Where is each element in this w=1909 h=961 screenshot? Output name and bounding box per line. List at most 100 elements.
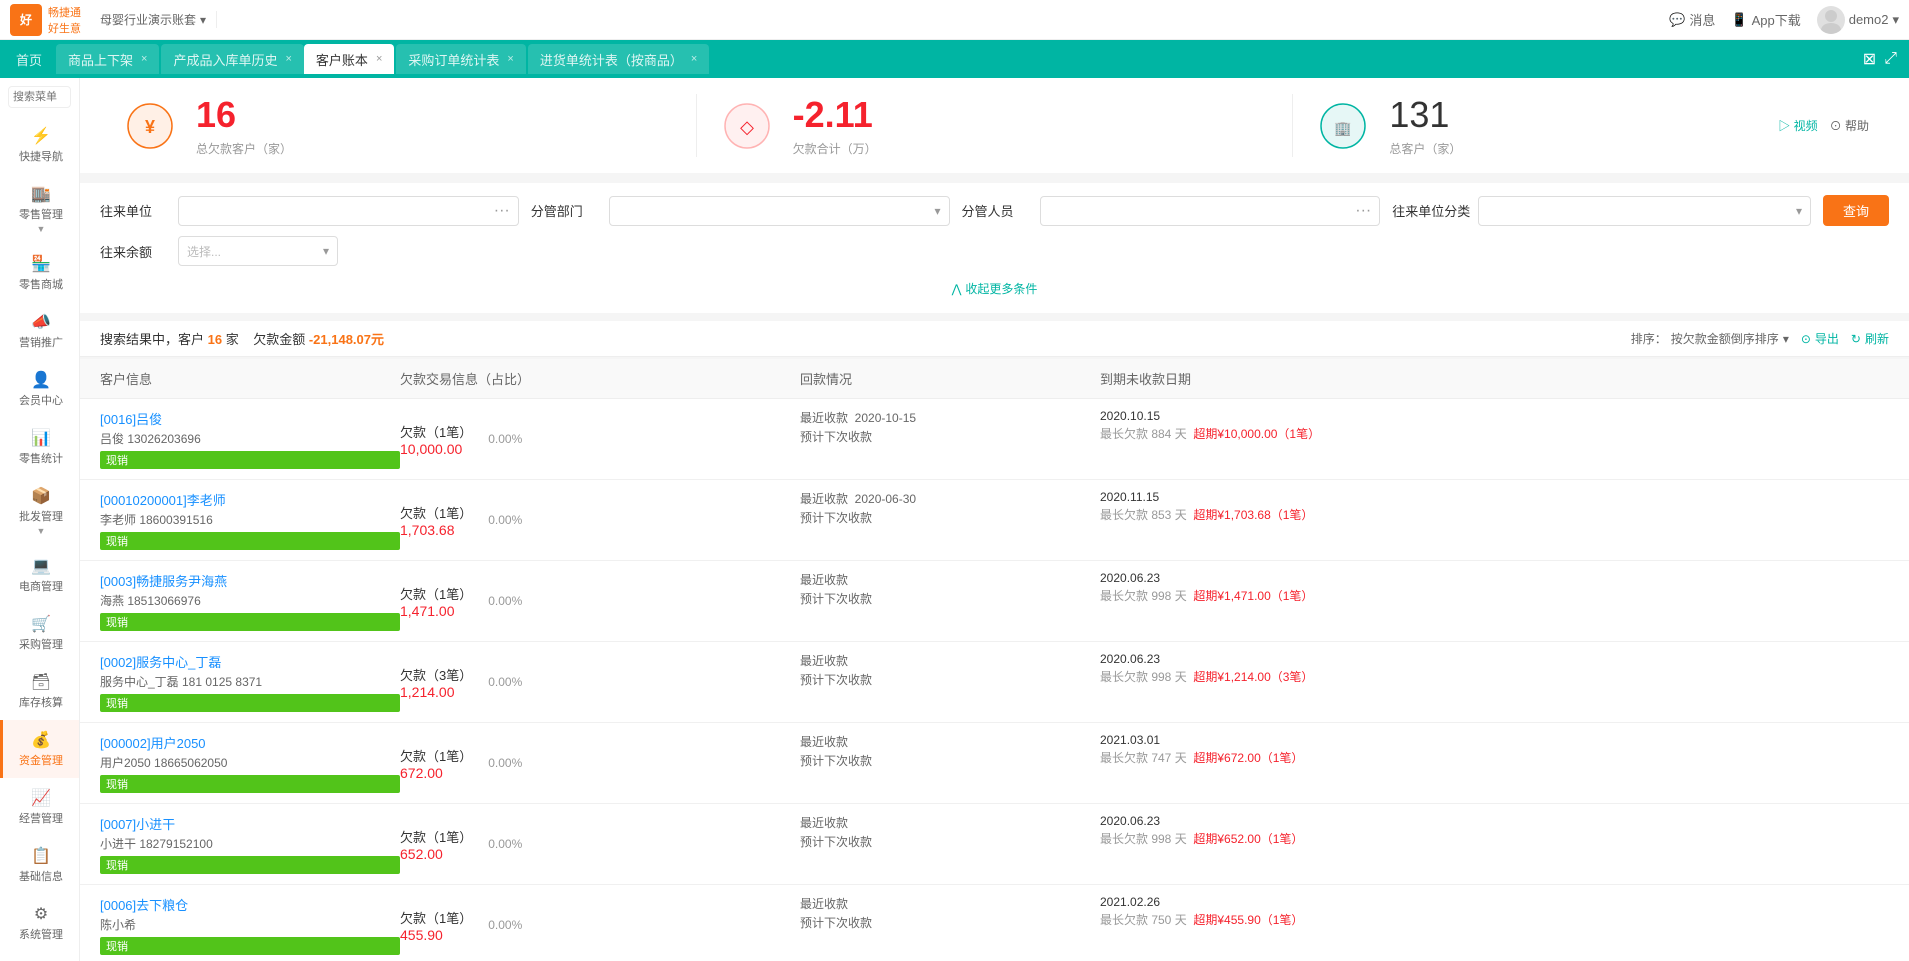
- top-right: 💬 消息 📱 App下载 demo2 ▾: [1669, 6, 1899, 34]
- debt-amount[interactable]: 1,703.68: [400, 522, 472, 538]
- help-btn[interactable]: ⊙ 帮助: [1830, 117, 1869, 134]
- customer-name-link[interactable]: [0006]去下粮仓: [100, 895, 400, 914]
- close-icon[interactable]: ×: [285, 53, 291, 65]
- sidebar-search-input[interactable]: [8, 86, 71, 108]
- tab-purchase-order[interactable]: 采购订单统计表 ×: [396, 44, 525, 74]
- sidebar-item-operation[interactable]: 📈 经营管理: [0, 778, 79, 836]
- fullscreen-icon[interactable]: ⤢: [1884, 50, 1897, 68]
- overdue-link[interactable]: 超期¥672.00（1笔）: [1193, 751, 1303, 765]
- debt-amount-icon: ◇: [717, 96, 777, 156]
- customer-name-link[interactable]: [00010200001]李老师: [100, 490, 400, 509]
- sidebar-item-quick-nav[interactable]: ⚡ 快捷导航: [0, 116, 79, 174]
- customer-contact: 陈小希: [100, 916, 400, 933]
- phone-icon: 📱: [1731, 12, 1747, 28]
- collapse-btn[interactable]: ⋀ 收起更多条件: [100, 276, 1889, 301]
- sidebar-item-enterprise-collab[interactable]: 🤝 企业协同: [0, 952, 79, 961]
- customer-name-link[interactable]: [0007]小进干: [100, 814, 400, 833]
- debt-amount[interactable]: 1,471.00: [400, 603, 472, 619]
- filter-dept: 分管部门 ▾: [531, 196, 950, 226]
- sidebar-item-system[interactable]: ⚙ 系统管理: [0, 894, 79, 952]
- export-btn[interactable]: ⊙ 导出: [1801, 330, 1839, 347]
- customer-tag: 现销: [100, 451, 400, 469]
- dept-input[interactable]: ▾: [609, 196, 950, 226]
- debt-amount[interactable]: 652.00: [400, 846, 472, 862]
- tab-customer-account[interactable]: 客户账本 ×: [304, 44, 394, 74]
- sidebar: ⚡ 快捷导航 🏬 零售管理 ▼ 🏪 零售商城 📣 营销推广 👤 会员中心 �: [0, 78, 80, 961]
- manager-input[interactable]: ···: [1040, 196, 1381, 226]
- search-button[interactable]: 查询: [1823, 195, 1889, 226]
- message-icon: 💬: [1669, 12, 1685, 28]
- stat-debt-customers-number: 16: [196, 94, 292, 136]
- chevron-down-icon: ▾: [1796, 204, 1802, 218]
- stat-total-customers-number: 131: [1389, 94, 1461, 136]
- sidebar-item-ecommerce[interactable]: 💻 电商管理: [0, 546, 79, 604]
- expand-dots-icon[interactable]: ···: [494, 202, 510, 220]
- close-icon[interactable]: ×: [141, 53, 147, 65]
- payment-info-cell: 最近收款 2020-06-30 预计下次收款: [800, 490, 1100, 550]
- debt-amount[interactable]: 10,000.00: [400, 441, 472, 457]
- debt-amount[interactable]: 672.00: [400, 765, 472, 781]
- debt-amount[interactable]: 455.90: [400, 927, 472, 943]
- customer-name-link[interactable]: [0002]服务中心_丁磊: [100, 652, 400, 671]
- sidebar-item-retail-mgmt[interactable]: 🏬 零售管理 ▼: [0, 174, 79, 244]
- message-btn[interactable]: 💬 消息: [1669, 10, 1715, 29]
- debt-percent: 0.00%: [488, 675, 522, 689]
- tab-production-history[interactable]: 产成品入库单历史 ×: [161, 44, 303, 74]
- tab-incoming-stats[interactable]: 进货单统计表（按商品） ×: [528, 44, 709, 74]
- balance-input[interactable]: 选择... ▾: [178, 236, 338, 266]
- debt-label: 欠款（1笔）: [400, 827, 472, 846]
- debt-amount[interactable]: 1,214.00: [400, 684, 472, 700]
- customer-info-cell: [0002]服务中心_丁磊 服务中心_丁磊 181 0125 8371 现销: [100, 652, 400, 712]
- close-icon[interactable]: ×: [507, 53, 513, 65]
- refresh-btn[interactable]: ↻ 刷新: [1851, 330, 1889, 347]
- sidebar-item-basic-info[interactable]: 📋 基础信息: [0, 836, 79, 894]
- customer-info-cell: [0006]去下粮仓 陈小希 现销: [100, 895, 400, 955]
- last-payment-label: 最近收款 2020-10-15: [800, 409, 1100, 426]
- sidebar-item-purchase[interactable]: 🛒 采购管理: [0, 604, 79, 662]
- sidebar-search-area: [0, 78, 79, 116]
- table-header: 客户信息 欠款交易信息（占比） 回款情况 到期未收款日期: [80, 359, 1909, 399]
- overdue-link[interactable]: 超期¥1,471.00（1笔）: [1193, 589, 1313, 603]
- sidebar-item-retail-stats[interactable]: 📊 零售统计: [0, 418, 79, 476]
- sort-select[interactable]: 排序： 排序：按欠款金额倒序排序 按欠款金额倒序排序 ▾: [1631, 330, 1789, 347]
- customer-info-cell: [000002]用户2050 用户2050 18665062050 现销: [100, 733, 400, 793]
- customer-name-link[interactable]: [0016]吕俊: [100, 409, 400, 428]
- col-header-debt: 欠款交易信息（占比）: [400, 369, 800, 388]
- unit-category-input[interactable]: ▾: [1478, 196, 1811, 226]
- expand-dots-icon[interactable]: ···: [1355, 202, 1371, 220]
- overdue-link[interactable]: 超期¥10,000.00（1笔）: [1193, 427, 1320, 441]
- video-btn[interactable]: ▷ 视频: [1778, 117, 1817, 134]
- debt-info-cell: 欠款（3笔） 1,214.00 0.00%: [400, 652, 800, 712]
- close-icon[interactable]: ×: [691, 53, 697, 65]
- customer-name-link[interactable]: [000002]用户2050: [100, 733, 400, 752]
- debt-percent: 0.00%: [488, 756, 522, 770]
- basic-info-icon: 📋: [31, 846, 51, 866]
- overdue-link[interactable]: 超期¥1,214.00（3笔）: [1193, 670, 1313, 684]
- results-info: 搜索结果中，客户 16 家 欠款金额 -21,148.07元: [100, 329, 384, 348]
- overdue-link[interactable]: 超期¥455.90（1笔）: [1193, 913, 1303, 927]
- sidebar-item-member[interactable]: 👤 会员中心: [0, 360, 79, 418]
- sidebar-item-marketing[interactable]: 📣 营销推广: [0, 302, 79, 360]
- overdue-link[interactable]: 超期¥1,703.68（1笔）: [1193, 508, 1313, 522]
- source-unit-input[interactable]: ···: [178, 196, 519, 226]
- retail-stats-icon: 📊: [31, 428, 51, 448]
- refresh-icon: ↻: [1851, 332, 1861, 346]
- close-icon[interactable]: ×: [376, 53, 382, 65]
- sidebar-item-retail-mall[interactable]: 🏪 零售商城: [0, 244, 79, 302]
- sidebar-item-batch-mgmt[interactable]: 📦 批发管理 ▼: [0, 476, 79, 546]
- sidebar-item-finance[interactable]: 💰 资金管理: [0, 720, 79, 778]
- customer-tag: 现销: [100, 532, 400, 550]
- industry-selector[interactable]: 母婴行业演示账套 ▾: [90, 11, 217, 28]
- tab-product-listing[interactable]: 商品上下架 ×: [56, 44, 159, 74]
- svg-text:¥: ¥: [145, 117, 155, 137]
- payment-info-cell: 最近收款 预计下次收款: [800, 733, 1100, 793]
- system-icon: ⚙: [34, 904, 48, 924]
- tab-home[interactable]: 首页: [4, 44, 54, 74]
- overdue-link[interactable]: 超期¥652.00（1笔）: [1193, 832, 1303, 846]
- sidebar-item-inventory[interactable]: 🗃 库存核算: [0, 662, 79, 720]
- customer-name-link[interactable]: [0003]畅捷服务尹海燕: [100, 571, 400, 590]
- restore-icon[interactable]: ⊠: [1863, 49, 1876, 69]
- user-menu[interactable]: demo2 ▾: [1817, 6, 1899, 34]
- app-download-btn[interactable]: 📱 App下载: [1731, 10, 1800, 29]
- customer-tag: 现销: [100, 937, 400, 955]
